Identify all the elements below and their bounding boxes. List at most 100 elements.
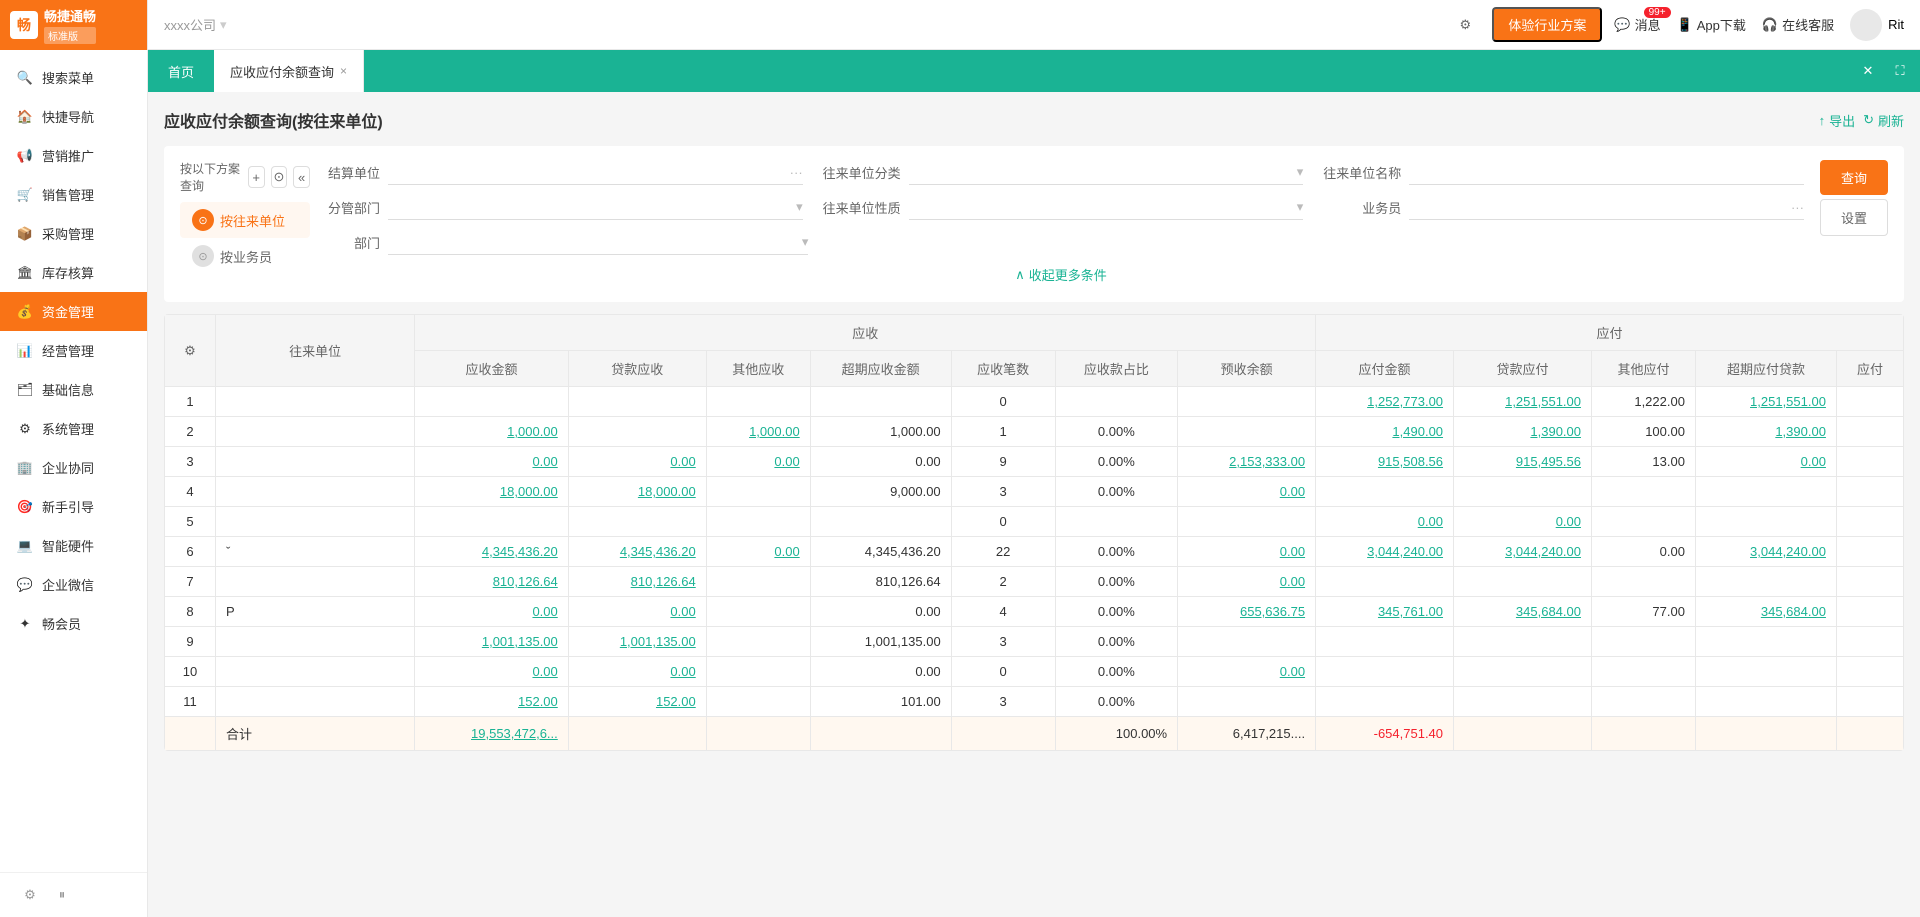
sidebar-item-marketing[interactable]: 📢 营销推广	[0, 136, 147, 175]
settings-bottom-btn[interactable]: ⚙	[16, 881, 44, 909]
partner-name-input[interactable]	[1409, 165, 1804, 180]
user-area[interactable]: Rit	[1850, 9, 1904, 41]
sidebar-item-basic[interactable]: 🗂 基础信息	[0, 370, 147, 409]
partner-nature-chevron-icon[interactable]: ▾	[1297, 199, 1304, 215]
table-cell[interactable]: 810,126.64	[415, 567, 568, 597]
export-button[interactable]: ↑ 导出	[1819, 111, 1856, 130]
table-cell[interactable]: 1,390.00	[1454, 417, 1592, 447]
table-cell[interactable]: 3,044,240.00	[1316, 537, 1454, 567]
collapse-more-btn[interactable]: ∧ 收起更多条件	[1015, 265, 1107, 284]
collapse-btn[interactable]: ⏸	[48, 881, 76, 909]
tab-close-window-btn[interactable]: ✕	[1856, 59, 1880, 83]
sidebar-item-quicknav[interactable]: 🏠 快捷导航	[0, 97, 147, 136]
table-cell[interactable]: 0.00	[706, 447, 810, 477]
table-cell[interactable]: 1,251,551.00	[1695, 387, 1836, 417]
sidebar-item-search[interactable]: 🔍 搜索菜单	[0, 58, 147, 97]
department-chevron-icon[interactable]: ▾	[802, 234, 809, 250]
sidebar-item-guide[interactable]: 🎯 新手引导	[0, 487, 147, 526]
tab-fullscreen-btn[interactable]: ⛶	[1888, 59, 1912, 83]
tab-ar-query[interactable]: 应收应付余额查询 ×	[214, 50, 364, 92]
tab-home[interactable]: 首页	[148, 50, 214, 92]
promo-button[interactable]: 体验行业方案	[1492, 7, 1602, 42]
table-cell[interactable]: 18,000.00	[568, 477, 706, 507]
table-cell[interactable]: 1,001,135.00	[568, 627, 706, 657]
settlement-input[interactable]	[388, 165, 790, 180]
partner-cat-chevron-icon[interactable]: ▾	[1297, 164, 1304, 180]
table-cell[interactable]: 0.00	[1695, 447, 1836, 477]
department-input[interactable]	[388, 235, 802, 250]
sidebar-item-purchase[interactable]: 📦 采购管理	[0, 214, 147, 253]
total-ar-amt[interactable]: 19,553,472,6...	[415, 717, 568, 751]
table-settings-icon[interactable]: ⚙	[175, 336, 205, 366]
salesman-input[interactable]	[1409, 200, 1791, 215]
table-cell[interactable]: 655,636.75	[1178, 597, 1316, 627]
refresh-button[interactable]: ↻ 刷新	[1863, 111, 1904, 130]
sidebar-item-member[interactable]: ✦ 畅会员	[0, 604, 147, 643]
dept-input[interactable]	[388, 200, 796, 215]
partner-name-input-wrap[interactable]	[1409, 161, 1804, 185]
sidebar-item-hardware[interactable]: 💻 智能硬件	[0, 526, 147, 565]
table-cell[interactable]: 0.00	[1178, 537, 1316, 567]
table-cell[interactable]: 345,684.00	[1695, 597, 1836, 627]
table-cell[interactable]: 3,044,240.00	[1695, 537, 1836, 567]
subnav-by-unit[interactable]: ⊙ 按往来单位	[180, 202, 310, 238]
partner-cat-input[interactable]	[909, 165, 1297, 180]
table-cell[interactable]: 0.00	[1178, 657, 1316, 687]
table-cell[interactable]: 0.00	[568, 447, 706, 477]
table-cell[interactable]: 810,126.64	[568, 567, 706, 597]
table-cell[interactable]: 1,390.00	[1695, 417, 1836, 447]
partner-nature-input-wrap[interactable]: ▾	[909, 195, 1304, 220]
table-cell[interactable]: 0.00	[1316, 507, 1454, 537]
table-cell[interactable]: 152.00	[568, 687, 706, 717]
sidebar-item-wechat[interactable]: 💬 企业微信	[0, 565, 147, 604]
table-cell[interactable]: 1,001,135.00	[415, 627, 568, 657]
table-cell[interactable]: 18,000.00	[415, 477, 568, 507]
tab-close-icon[interactable]: ×	[340, 64, 347, 78]
filter-collapse-btn[interactable]: «	[293, 166, 310, 188]
sidebar-item-inventory[interactable]: 🏛 库存核算	[0, 253, 147, 292]
query-button[interactable]: 查询	[1820, 160, 1888, 195]
table-cell[interactable]: 915,495.56	[1454, 447, 1592, 477]
table-cell[interactable]: 0.00	[1178, 567, 1316, 597]
sidebar-item-operation[interactable]: 📊 经营管理	[0, 331, 147, 370]
table-cell[interactable]: 1,000.00	[706, 417, 810, 447]
table-cell[interactable]: 0.00	[1454, 507, 1592, 537]
dept-input-wrap[interactable]: ▾	[388, 195, 803, 220]
table-cell[interactable]: 3,044,240.00	[1454, 537, 1592, 567]
table-cell[interactable]: 1,490.00	[1316, 417, 1454, 447]
sidebar-item-sales[interactable]: 🛒 销售管理	[0, 175, 147, 214]
table-cell[interactable]: 0.00	[1178, 477, 1316, 507]
sidebar-item-system[interactable]: ⚙ 系统管理	[0, 409, 147, 448]
dept-chevron-icon[interactable]: ▾	[796, 199, 803, 215]
table-cell[interactable]: 345,761.00	[1316, 597, 1454, 627]
table-cell[interactable]: 0.00	[568, 657, 706, 687]
sidebar-item-corp[interactable]: 🏢 企业协同	[0, 448, 147, 487]
table-cell[interactable]: 915,508.56	[1316, 447, 1454, 477]
salesman-dots-icon[interactable]: ···	[1791, 200, 1804, 215]
filter-settings-btn[interactable]: ⊙	[271, 166, 288, 188]
service-button[interactable]: 🎧 在线客服	[1762, 15, 1834, 34]
settlement-input-wrap[interactable]: ···	[388, 161, 803, 185]
settlement-dots-icon[interactable]: ···	[790, 165, 803, 180]
table-cell[interactable]: 1,251,551.00	[1454, 387, 1592, 417]
table-cell[interactable]: 1,252,773.00	[1316, 387, 1454, 417]
table-cell[interactable]: 0.00	[415, 597, 568, 627]
gear-button[interactable]: ⚙	[1450, 10, 1480, 40]
table-cell[interactable]: 0.00	[568, 597, 706, 627]
table-cell[interactable]: 152.00	[415, 687, 568, 717]
department-input-wrap[interactable]: ▾	[388, 230, 808, 255]
set-button[interactable]: 设置	[1820, 199, 1888, 236]
filter-add-btn[interactable]: +	[248, 166, 265, 188]
partner-nature-input[interactable]	[909, 200, 1297, 215]
salesman-input-wrap[interactable]: ···	[1409, 196, 1804, 220]
message-button[interactable]: 💬 消息 99+	[1614, 15, 1660, 34]
table-cell[interactable]: 0.00	[415, 657, 568, 687]
partner-cat-input-wrap[interactable]: ▾	[909, 160, 1304, 185]
table-cell[interactable]: 4,345,436.20	[415, 537, 568, 567]
table-cell[interactable]: 0.00	[415, 447, 568, 477]
table-cell[interactable]: 0.00	[706, 537, 810, 567]
sidebar-item-finance[interactable]: 💰 资金管理	[0, 292, 147, 331]
table-cell[interactable]: 4,345,436.20	[568, 537, 706, 567]
subnav-by-staff[interactable]: ⊙ 按业务员	[180, 238, 310, 274]
app-download-button[interactable]: 📱 App下载	[1677, 15, 1746, 34]
